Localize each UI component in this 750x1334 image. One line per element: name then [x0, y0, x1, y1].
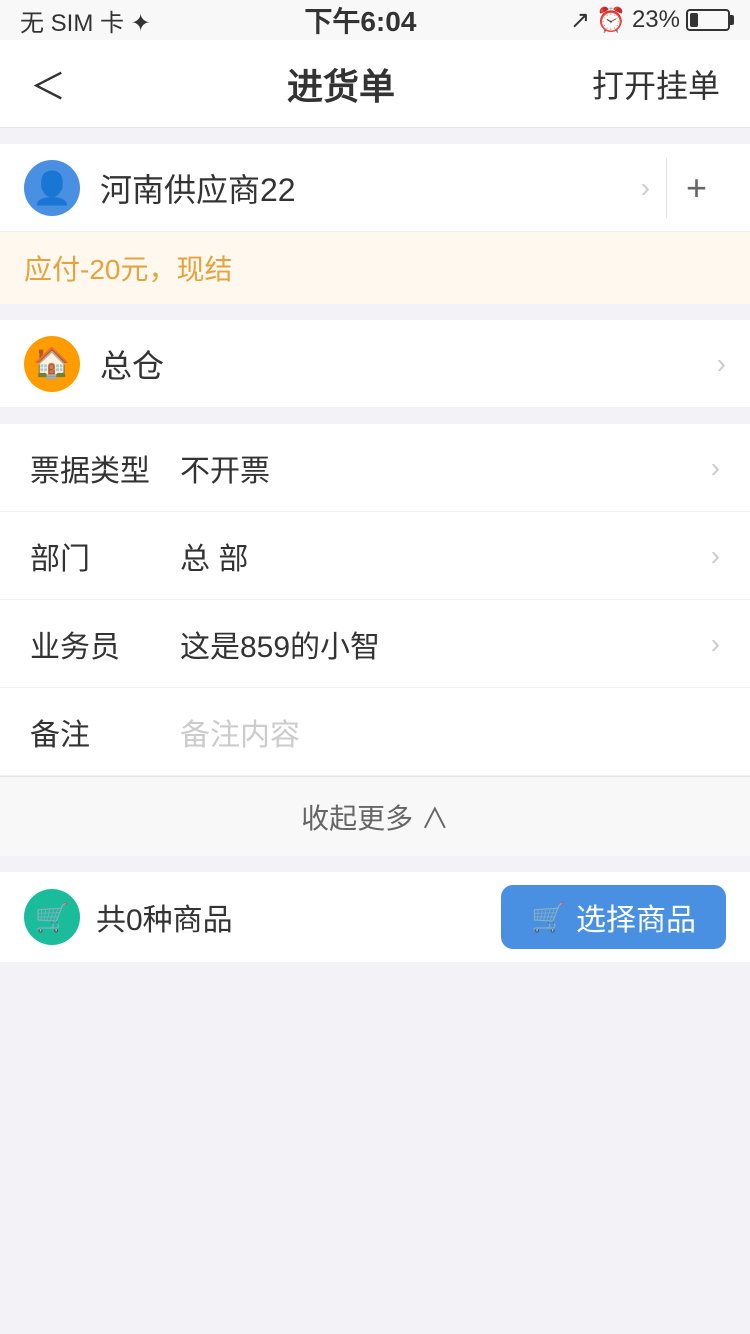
supplier-section: 👤 河南供应商22 › + 应付-20元，现结	[0, 144, 750, 304]
chevron-right-icon: ›	[711, 628, 720, 660]
person-icon: 👤	[32, 169, 72, 207]
supplier-name: 河南供应商22	[100, 165, 641, 211]
status-time: 下午6:04	[304, 0, 416, 40]
chevron-right-icon: ›	[711, 540, 720, 572]
battery-icon	[686, 9, 730, 31]
section-gap-3	[0, 408, 750, 424]
remark-input[interactable]: 备注内容	[170, 710, 720, 754]
chevron-right-icon: ›	[641, 172, 650, 204]
select-product-label: 选择商品	[576, 895, 696, 939]
back-button[interactable]: ＜	[30, 58, 90, 110]
remark-row[interactable]: 备注 备注内容	[0, 688, 750, 776]
department-label: 部门	[30, 534, 170, 578]
cart-icon: 🛒	[35, 901, 70, 934]
nav-bar: ＜ 进货单 打开挂单	[0, 40, 750, 128]
select-product-button[interactable]: 🛒 选择商品	[501, 885, 726, 949]
status-right: ↗ ⏰ 23%	[570, 6, 730, 35]
select-product-icon: 🛒	[531, 901, 566, 934]
open-pending-button[interactable]: 打开挂单	[592, 61, 720, 107]
warehouse-icon-wrap: 🏠	[24, 336, 80, 392]
form-section: 票据类型 不开票 › 部门 总 部 › 业务员 这是859的小智 › 备注 备注…	[0, 424, 750, 856]
sim-label: 无 SIM 卡 ✦	[20, 3, 151, 38]
salesperson-row[interactable]: 业务员 这是859的小智 ›	[0, 600, 750, 688]
status-bar: 无 SIM 卡 ✦ 下午6:04 ↗ ⏰ 23%	[0, 0, 750, 40]
department-value: 总 部	[170, 534, 711, 578]
department-row[interactable]: 部门 总 部 ›	[0, 512, 750, 600]
chevron-right-icon: ›	[711, 452, 720, 484]
section-gap-1	[0, 128, 750, 144]
plus-icon: +	[686, 167, 707, 209]
page-background	[0, 962, 750, 1262]
section-gap-2	[0, 304, 750, 320]
warehouse-icon: 🏠	[33, 346, 70, 381]
location-icon: ↗	[570, 6, 590, 35]
salesperson-label: 业务员	[30, 622, 170, 666]
ticket-type-value: 不开票	[170, 446, 711, 490]
bottom-section: 🛒 共0种商品 🛒 选择商品	[0, 872, 750, 962]
supplier-row[interactable]: 👤 河南供应商22 › +	[0, 144, 750, 232]
status-left: 无 SIM 卡 ✦	[20, 3, 151, 38]
add-supplier-button[interactable]: +	[666, 158, 726, 218]
salesperson-value: 这是859的小智	[170, 622, 711, 666]
ticket-type-label: 票据类型	[30, 446, 170, 490]
notice-banner: 应付-20元，现结	[0, 232, 750, 304]
warehouse-row[interactable]: 🏠 总仓 ›	[0, 320, 750, 408]
chevron-right-icon: ›	[717, 348, 726, 380]
avatar: 👤	[24, 160, 80, 216]
product-count-wrap: 🛒 共0种商品	[24, 889, 233, 945]
product-count: 共0种商品	[96, 895, 233, 939]
ticket-type-row[interactable]: 票据类型 不开票 ›	[0, 424, 750, 512]
page-title: 进货单	[287, 58, 395, 110]
battery-percent: 23%	[632, 6, 680, 34]
cart-icon-wrap: 🛒	[24, 889, 80, 945]
warehouse-name: 总仓	[100, 341, 717, 387]
remark-label: 备注	[30, 710, 170, 754]
collapse-button[interactable]: 收起更多 ∧	[0, 776, 750, 856]
alarm-icon: ⏰	[596, 6, 626, 35]
